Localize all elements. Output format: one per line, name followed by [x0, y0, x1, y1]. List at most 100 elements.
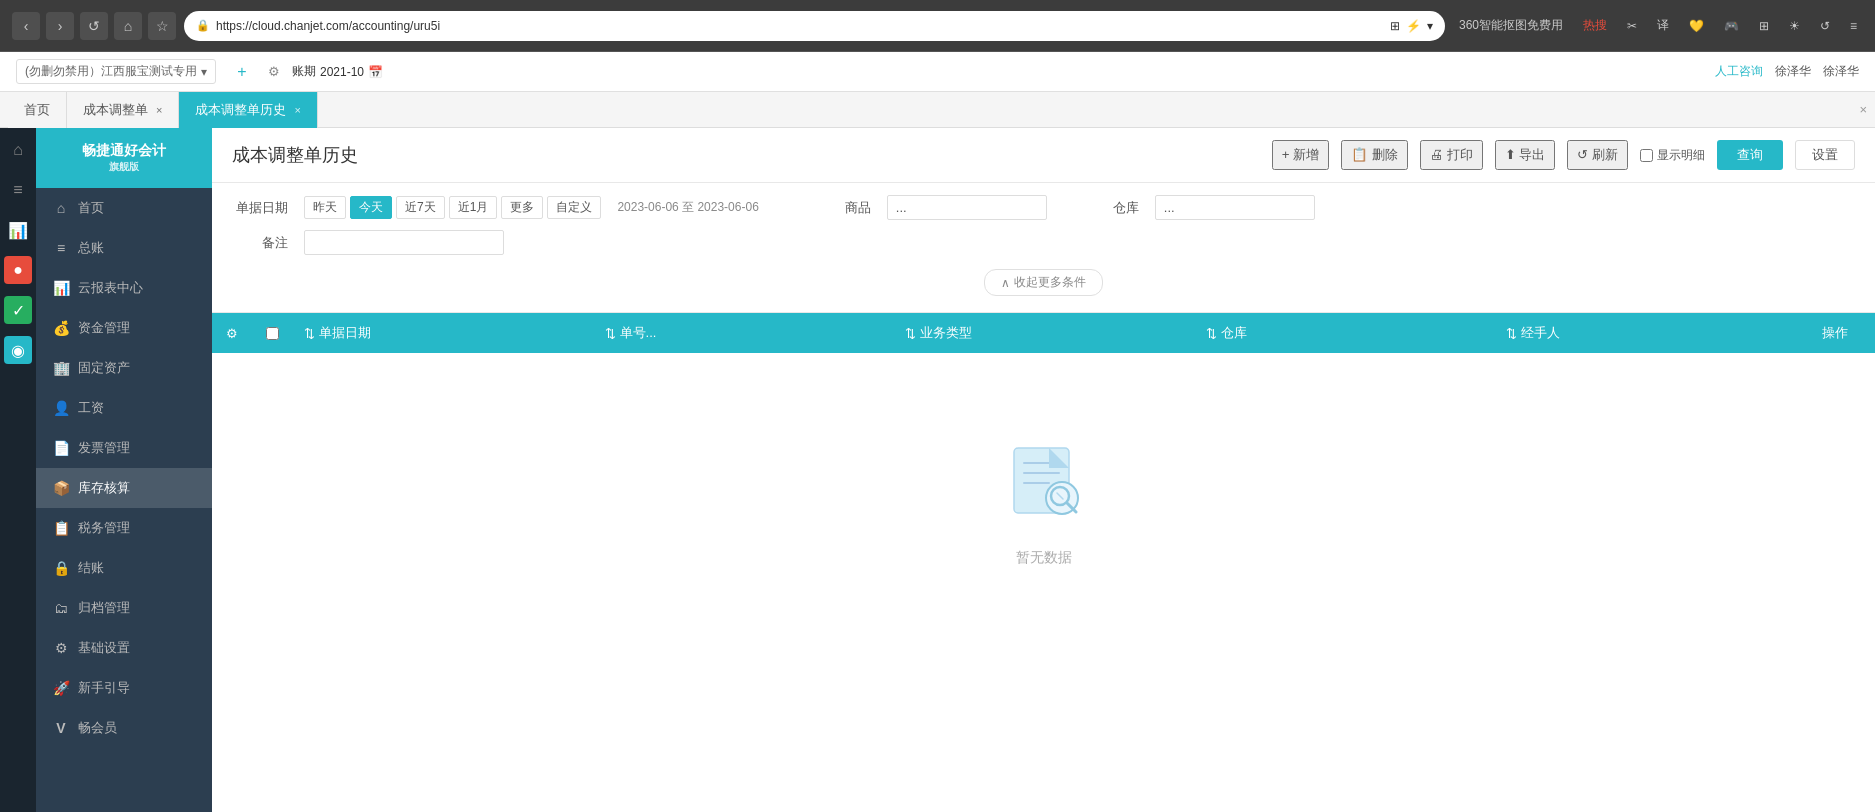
display-col-checkbox[interactable]: 显示明细 [1640, 147, 1705, 164]
sidebar-item-settings[interactable]: ⚙ 基础设置 [36, 628, 212, 668]
warehouse-select[interactable]: ... [1155, 195, 1315, 220]
grid-icon: ⊞ [1753, 17, 1775, 35]
sidebar-item-guide[interactable]: 🚀 新手引导 [36, 668, 212, 708]
th-date[interactable]: ⇅ 单据日期 [292, 324, 593, 342]
print-button[interactable]: 🖨 打印 [1420, 140, 1483, 170]
page-actions: + 新增 📋 删除 🖨 打印 ⬆ 导出 ↺ 刷新 显示明细 [1272, 140, 1855, 170]
sidebar-inventory-label: 库存核算 [78, 479, 130, 497]
tab-cost-adjust[interactable]: 成本调整单 × [67, 92, 179, 128]
filter-area: 单据日期 昨天 今天 近7天 近1月 更多 自定义 2023-06-06 至 2… [212, 183, 1875, 313]
remark-input[interactable] [304, 230, 504, 255]
company-name: (勿删勿禁用）江西服宝测试专用 [25, 63, 197, 80]
tab-cost-adjust-history[interactable]: 成本调整单历史 × [179, 92, 317, 128]
user-menu[interactable]: 徐泽华 [1775, 63, 1811, 80]
empty-text: 暂无数据 [1016, 549, 1072, 567]
period-label: 账期 [292, 63, 316, 80]
new-button[interactable]: + 新增 [1272, 140, 1330, 170]
funds-icon: 💰 [52, 320, 70, 336]
search-label: 360智能抠图免费用 [1453, 15, 1569, 36]
th-checkbox[interactable] [252, 327, 292, 340]
sidebar-guide-label: 新手引导 [78, 679, 130, 697]
sidebar-item-payroll[interactable]: 👤 工资 [36, 388, 212, 428]
collapse-up-icon: ∧ [1001, 276, 1010, 290]
th-number[interactable]: ⇅ 单号... [593, 324, 894, 342]
left-icon-active[interactable]: ● [4, 256, 32, 284]
apps-icon: ⊞ [1390, 19, 1400, 33]
date-today[interactable]: 今天 [350, 196, 392, 219]
left-icon-blue[interactable]: ◉ [4, 336, 32, 364]
th-number-label: 单号... [620, 324, 657, 342]
filter-row-date: 单据日期 昨天 今天 近7天 近1月 更多 自定义 2023-06-06 至 2… [232, 195, 1855, 220]
home-button[interactable]: ⌂ [114, 12, 142, 40]
print-label: 🖨 打印 [1430, 146, 1473, 164]
tab-home[interactable]: 首页 [8, 92, 67, 128]
sidebar-item-tax[interactable]: 📋 税务管理 [36, 508, 212, 548]
collapse-button[interactable]: ∧ 收起更多条件 [984, 269, 1103, 296]
browser-right-tools: 360智能抠图免费用 热搜 ✂ 译 💛 🎮 ⊞ ☀ ↺ ≡ [1453, 15, 1863, 36]
sidebar-item-reports[interactable]: 📊 云报表中心 [36, 268, 212, 308]
back-button[interactable]: ‹ [12, 12, 40, 40]
logo-sub: 旗舰版 [109, 160, 139, 174]
setting-button[interactable]: 设置 [1795, 140, 1855, 170]
sidebar-item-funds[interactable]: 💰 资金管理 [36, 308, 212, 348]
th-number-sort-icon: ⇅ [605, 326, 616, 341]
sidebar-item-general-ledger[interactable]: ≡ 总账 [36, 228, 212, 268]
settings-col-icon: ⚙ [226, 326, 238, 341]
tab-cost-adjust-history-label: 成本调整单历史 [195, 101, 286, 119]
tab-cost-adjust-history-close[interactable]: × [294, 104, 300, 116]
date-yesterday[interactable]: 昨天 [304, 196, 346, 219]
tab-close-all[interactable]: × [1859, 102, 1875, 117]
warehouse-filter-label: 仓库 [1083, 199, 1139, 217]
left-icon-chart[interactable]: 📊 [4, 216, 32, 244]
query-label: 查询 [1737, 147, 1763, 162]
left-icon-green[interactable]: ✓ [4, 296, 32, 324]
select-all-checkbox[interactable] [266, 327, 279, 340]
forward-button[interactable]: › [46, 12, 74, 40]
setting-label: 设置 [1812, 147, 1838, 162]
product-select[interactable]: ... [887, 195, 1047, 220]
th-action: 操作 [1795, 324, 1875, 342]
inventory-icon: 📦 [52, 480, 70, 496]
export-button[interactable]: ⬆ 导出 [1495, 140, 1556, 170]
sidebar-item-inventory[interactable]: 📦 库存核算 [36, 468, 212, 508]
display-col-label: 显示明细 [1657, 147, 1705, 164]
tab-cost-adjust-close[interactable]: × [156, 104, 162, 116]
invoice-icon: 📄 [52, 440, 70, 456]
table-header: ⚙ ⇅ 单据日期 ⇅ 单号... ⇅ 业务类型 ⇅ [212, 313, 1875, 353]
th-biztype-label: 业务类型 [920, 324, 972, 342]
export-label: ⬆ 导出 [1505, 146, 1546, 164]
sidebar-item-close-period[interactable]: 🔒 结账 [36, 548, 212, 588]
sidebar-item-invoice[interactable]: 📄 发票管理 [36, 428, 212, 468]
query-button[interactable]: 查询 [1717, 140, 1783, 170]
company-selector[interactable]: (勿删勿禁用）江西服宝测试专用 ▾ [16, 59, 216, 84]
add-company-button[interactable]: + [228, 58, 256, 86]
left-icon-1[interactable]: ≡ [4, 176, 32, 204]
sidebar-tax-label: 税务管理 [78, 519, 130, 537]
th-biz-type[interactable]: ⇅ 业务类型 [893, 324, 1194, 342]
undo-icon: ↺ [1814, 17, 1836, 35]
th-warehouse[interactable]: ⇅ 仓库 [1194, 324, 1495, 342]
sidebar-item-fixed-assets[interactable]: 🏢 固定资产 [36, 348, 212, 388]
th-date-sort-icon: ⇅ [304, 326, 315, 341]
left-icon-home[interactable]: ⌂ [4, 136, 32, 164]
sidebar-item-home[interactable]: ⌂ 首页 [36, 188, 212, 228]
guide-icon: 🚀 [52, 680, 70, 696]
date-more[interactable]: 更多 [501, 196, 543, 219]
refresh-button[interactable]: ↺ [80, 12, 108, 40]
sidebar-item-archive[interactable]: 🗂 归档管理 [36, 588, 212, 628]
star-button[interactable]: ☆ [148, 12, 176, 40]
th-operator[interactable]: ⇅ 经手人 [1494, 324, 1795, 342]
th-settings[interactable]: ⚙ [212, 326, 252, 341]
sidebar: 畅捷通好会计 旗舰版 ⌂ 首页 ≡ 总账 📊 云报表中心 💰 资金管理 🏢 固定… [36, 128, 212, 812]
address-bar[interactable]: 🔒 https://cloud.chanjet.com/accounting/u… [184, 11, 1445, 41]
sidebar-item-member[interactable]: V 畅会员 [36, 708, 212, 748]
consult-button[interactable]: 人工咨询 [1715, 63, 1763, 80]
sidebar-logo: 畅捷通好会计 旗舰版 [36, 128, 212, 188]
delete-button[interactable]: 📋 删除 [1341, 140, 1408, 170]
date-1month[interactable]: 近1月 [449, 196, 498, 219]
display-col-input[interactable] [1640, 149, 1653, 162]
refresh-button[interactable]: ↺ 刷新 [1567, 140, 1628, 170]
date-custom[interactable]: 自定义 [547, 196, 601, 219]
date-7days[interactable]: 近7天 [396, 196, 445, 219]
hot-search-label: 热搜 [1577, 15, 1613, 36]
